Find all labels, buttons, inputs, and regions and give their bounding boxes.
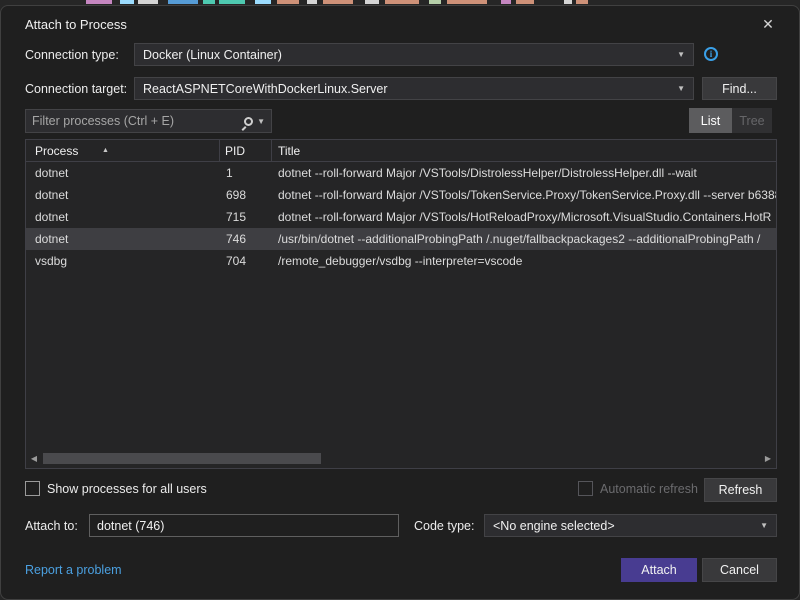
cell-process: dotnet — [35, 188, 68, 202]
close-icon[interactable]: ✕ — [755, 12, 781, 36]
code-type-value: <No engine selected> — [493, 519, 615, 533]
table-row-selected[interactable]: dotnet 746 /usr/bin/dotnet --additionalP… — [26, 228, 776, 250]
cell-pid: 746 — [226, 232, 246, 246]
automatic-refresh-checkbox — [578, 481, 593, 496]
show-all-users-label[interactable]: Show processes for all users — [47, 482, 207, 496]
find-button[interactable]: Find... — [702, 77, 777, 100]
cell-process: vsdbg — [35, 254, 67, 268]
column-header-process[interactable]: Process — [35, 144, 78, 158]
cell-pid: 1 — [226, 166, 233, 180]
info-icon[interactable]: i — [704, 47, 718, 61]
connection-target-label: Connection target: — [25, 82, 127, 96]
scroll-left-icon[interactable]: ◀ — [27, 452, 41, 465]
search-icon[interactable] — [244, 117, 253, 126]
chevron-down-icon: ▼ — [669, 84, 685, 93]
filter-processes-box: ▼ — [25, 109, 272, 133]
attach-to-process-dialog: Attach to Process ✕ Connection type: Doc… — [0, 5, 800, 600]
connection-type-combo[interactable]: Docker (Linux Container) ▼ — [134, 43, 694, 66]
process-table: Process ▲ PID Title dotnet 1 dotnet --ro… — [25, 139, 777, 469]
column-divider — [271, 140, 272, 161]
column-divider — [219, 140, 220, 161]
table-row[interactable]: vsdbg 704 /remote_debugger/vsdbg --inter… — [26, 250, 776, 272]
column-header-title[interactable]: Title — [278, 144, 300, 158]
scrollbar-track[interactable] — [41, 453, 761, 464]
cell-pid: 698 — [226, 188, 246, 202]
attach-button[interactable]: Attach — [621, 558, 697, 582]
tree-view-button[interactable]: Tree — [732, 108, 772, 133]
attach-to-label: Attach to: — [25, 519, 78, 533]
chevron-down-icon: ▼ — [669, 50, 685, 59]
table-header: Process ▲ PID Title — [26, 140, 776, 162]
cell-pid: 704 — [226, 254, 246, 268]
cancel-button[interactable]: Cancel — [702, 558, 777, 582]
cell-title: dotnet --roll-forward Major /VSTools/Hot… — [278, 210, 776, 224]
connection-target-combo[interactable]: ReactASPNETCoreWithDockerLinux.Server ▼ — [134, 77, 694, 100]
cell-process: dotnet — [35, 210, 68, 224]
filter-processes-input[interactable] — [26, 114, 244, 128]
cell-process: dotnet — [35, 166, 68, 180]
cell-title: dotnet --roll-forward Major /VSTools/Tok… — [278, 188, 776, 202]
chevron-down-icon[interactable]: ▼ — [257, 117, 265, 126]
cell-process: dotnet — [35, 232, 68, 246]
report-a-problem-link[interactable]: Report a problem — [25, 563, 122, 577]
scroll-right-icon[interactable]: ▶ — [761, 452, 775, 465]
refresh-button[interactable]: Refresh — [704, 478, 777, 502]
table-row[interactable]: dotnet 698 dotnet --roll-forward Major /… — [26, 184, 776, 206]
scrollbar-thumb[interactable] — [43, 453, 321, 464]
table-row[interactable]: dotnet 1 dotnet --roll-forward Major /VS… — [26, 162, 776, 184]
horizontal-scrollbar[interactable]: ◀ ▶ — [27, 452, 775, 465]
dialog-title: Attach to Process — [25, 17, 127, 32]
automatic-refresh-label: Automatic refresh — [600, 482, 698, 496]
cell-title: dotnet --roll-forward Major /VSTools/Dis… — [278, 166, 776, 180]
list-view-button[interactable]: List — [689, 108, 732, 133]
attach-to-input[interactable] — [89, 514, 399, 537]
sort-ascending-icon: ▲ — [102, 147, 109, 154]
code-type-combo[interactable]: <No engine selected> ▼ — [484, 514, 777, 537]
show-all-users-checkbox[interactable] — [25, 481, 40, 496]
cell-title: /usr/bin/dotnet --additionalProbingPath … — [278, 232, 776, 246]
column-header-pid[interactable]: PID — [225, 144, 245, 158]
code-type-label: Code type: — [414, 519, 474, 533]
table-row[interactable]: dotnet 715 dotnet --roll-forward Major /… — [26, 206, 776, 228]
cell-title: /remote_debugger/vsdbg --interpreter=vsc… — [278, 254, 776, 268]
connection-type-label: Connection type: — [25, 48, 119, 62]
connection-type-value: Docker (Linux Container) — [143, 48, 282, 62]
chevron-down-icon: ▼ — [752, 521, 768, 530]
connection-target-value: ReactASPNETCoreWithDockerLinux.Server — [143, 82, 388, 96]
cell-pid: 715 — [226, 210, 246, 224]
